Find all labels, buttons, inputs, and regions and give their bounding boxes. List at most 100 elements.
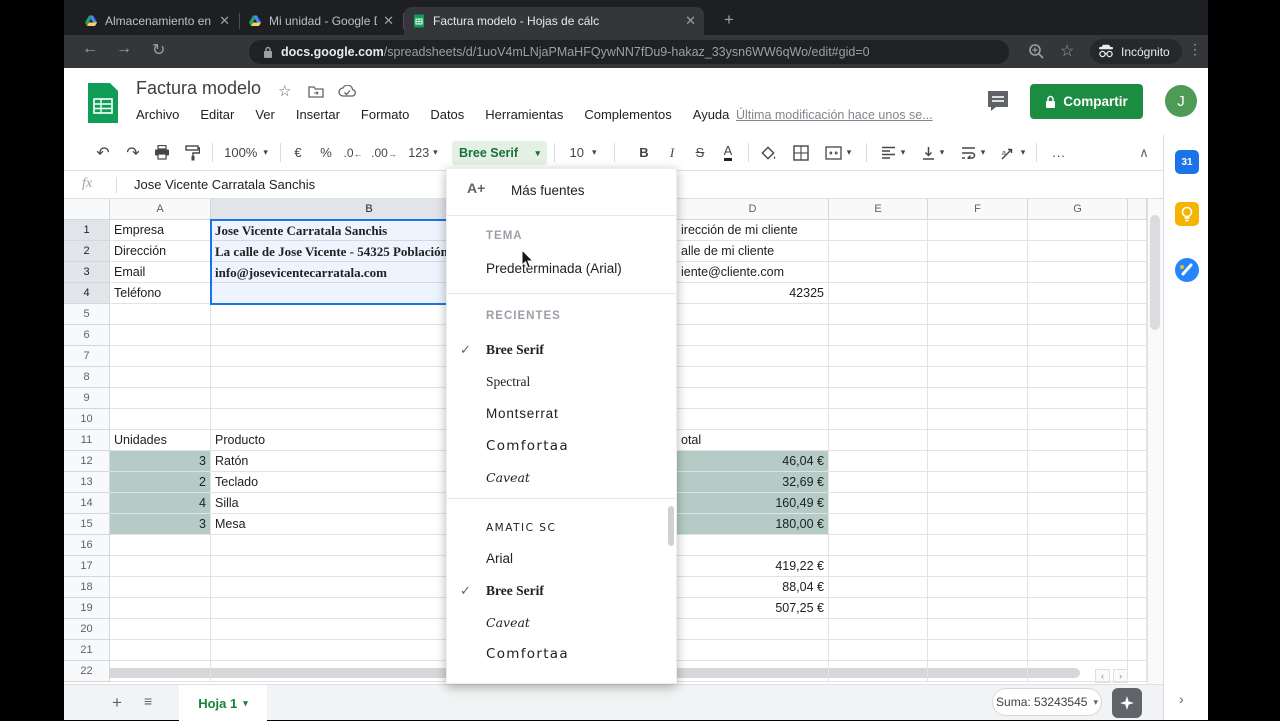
column-header-H[interactable] bbox=[1128, 199, 1147, 220]
cell-E10[interactable] bbox=[829, 409, 928, 430]
font-menu-item-bree-serif[interactable]: Bree Serif bbox=[447, 575, 676, 607]
cell-D6[interactable] bbox=[677, 325, 829, 346]
decrease-decimals-icon[interactable]: .0← bbox=[340, 135, 366, 170]
cell-F13[interactable] bbox=[928, 472, 1028, 493]
zoom-select[interactable]: 100% ▾ bbox=[220, 135, 272, 170]
menu-herramientas[interactable]: Herramientas bbox=[485, 107, 563, 122]
last-modified-link[interactable]: Última modificación hace unos se... bbox=[736, 108, 933, 122]
cell-H13[interactable] bbox=[1128, 472, 1147, 493]
row-header-13[interactable]: 13 bbox=[64, 472, 110, 493]
vertical-align-icon[interactable]: ▾ bbox=[914, 135, 952, 170]
cell-H3[interactable] bbox=[1128, 262, 1147, 283]
document-title[interactable]: Factura modelo bbox=[136, 78, 261, 99]
cell-G21[interactable] bbox=[1028, 640, 1128, 661]
cell-H8[interactable] bbox=[1128, 367, 1147, 388]
row-header-18[interactable]: 18 bbox=[64, 577, 110, 598]
side-panel-collapse-icon[interactable]: › bbox=[1179, 691, 1184, 707]
cell-F5[interactable] bbox=[928, 304, 1028, 325]
column-header-A[interactable]: A bbox=[110, 199, 211, 220]
cell-G7[interactable] bbox=[1028, 346, 1128, 367]
cell-D21[interactable] bbox=[677, 640, 829, 661]
cell-F17[interactable] bbox=[928, 556, 1028, 577]
cell-E11[interactable] bbox=[829, 430, 928, 451]
cell-E2[interactable] bbox=[829, 241, 928, 262]
cell-H19[interactable] bbox=[1128, 598, 1147, 619]
cell-F16[interactable] bbox=[928, 535, 1028, 556]
cell-A6[interactable] bbox=[110, 325, 211, 346]
row-header-7[interactable]: 7 bbox=[64, 346, 110, 367]
cell-H17[interactable] bbox=[1128, 556, 1147, 577]
cell-H1[interactable] bbox=[1128, 220, 1147, 241]
cell-G4[interactable] bbox=[1028, 283, 1128, 304]
cell-H9[interactable] bbox=[1128, 388, 1147, 409]
menu-editar[interactable]: Editar bbox=[200, 107, 234, 122]
row-header-20[interactable]: 20 bbox=[64, 619, 110, 640]
text-rotation-icon[interactable]: a ▾ bbox=[994, 135, 1032, 170]
column-header-D[interactable]: D bbox=[677, 199, 829, 220]
explore-button[interactable] bbox=[1112, 688, 1142, 718]
cell-E21[interactable] bbox=[829, 640, 928, 661]
fill-color-icon[interactable] bbox=[756, 135, 782, 170]
cell-F3[interactable] bbox=[928, 262, 1028, 283]
cell-H4[interactable] bbox=[1128, 283, 1147, 304]
more-toolbar-icon[interactable]: ... bbox=[1044, 135, 1074, 170]
cell-G22[interactable] bbox=[1028, 661, 1128, 682]
cell-G14[interactable] bbox=[1028, 493, 1128, 514]
cell-F10[interactable] bbox=[928, 409, 1028, 430]
cell-F2[interactable] bbox=[928, 241, 1028, 262]
cell-H10[interactable] bbox=[1128, 409, 1147, 430]
more-fonts-item[interactable]: Más fuentes bbox=[447, 173, 676, 209]
keep-icon[interactable] bbox=[1175, 202, 1199, 226]
cell-E15[interactable] bbox=[829, 514, 928, 535]
cell-G11[interactable] bbox=[1028, 430, 1128, 451]
row-header-12[interactable]: 12 bbox=[64, 451, 110, 472]
cell-F11[interactable] bbox=[928, 430, 1028, 451]
tab-close-icon[interactable]: ✕ bbox=[219, 13, 230, 29]
font-menu-item-arial[interactable]: Arial bbox=[447, 543, 676, 575]
cell-G6[interactable] bbox=[1028, 325, 1128, 346]
borders-icon[interactable] bbox=[788, 135, 814, 170]
cell-G17[interactable] bbox=[1028, 556, 1128, 577]
cell-H14[interactable] bbox=[1128, 493, 1147, 514]
cell-F22[interactable] bbox=[928, 661, 1028, 682]
row-header-1[interactable]: 1 bbox=[64, 220, 110, 241]
horizontal-align-icon[interactable]: ▾ bbox=[874, 135, 912, 170]
font-size-select[interactable]: 10 ▾ bbox=[560, 135, 606, 170]
cell-A17[interactable] bbox=[110, 556, 211, 577]
bold-icon[interactable]: B bbox=[632, 135, 656, 170]
tab-close-icon[interactable]: ✕ bbox=[685, 13, 696, 29]
row-header-19[interactable]: 19 bbox=[64, 598, 110, 619]
cell-E17[interactable] bbox=[829, 556, 928, 577]
cell-E6[interactable] bbox=[829, 325, 928, 346]
cell-F9[interactable] bbox=[928, 388, 1028, 409]
undo-icon[interactable]: ↶ bbox=[92, 135, 114, 170]
font-menu-item-amatic-sc[interactable]: Amatic SC bbox=[447, 512, 676, 544]
font-menu-item-caveat[interactable]: Caveat bbox=[447, 607, 676, 639]
strikethrough-icon[interactable]: S bbox=[688, 135, 712, 170]
bookmark-star-icon[interactable]: ☆ bbox=[1060, 41, 1074, 61]
cell-H16[interactable] bbox=[1128, 535, 1147, 556]
add-sheet-icon[interactable]: + bbox=[112, 693, 122, 713]
cell-G20[interactable] bbox=[1028, 619, 1128, 640]
row-header-3[interactable]: 3 bbox=[64, 262, 110, 283]
cell-E22[interactable] bbox=[829, 661, 928, 682]
row-header-15[interactable]: 15 bbox=[64, 514, 110, 535]
cell-F19[interactable] bbox=[928, 598, 1028, 619]
cell-G9[interactable] bbox=[1028, 388, 1128, 409]
cell-G13[interactable] bbox=[1028, 472, 1128, 493]
row-header-6[interactable]: 6 bbox=[64, 325, 110, 346]
menu-ver[interactable]: Ver bbox=[255, 107, 275, 122]
browser-menu-icon[interactable]: ⋮ bbox=[1188, 41, 1202, 58]
cell-A9[interactable] bbox=[110, 388, 211, 409]
star-document-icon[interactable]: ☆ bbox=[278, 82, 291, 100]
cell-F6[interactable] bbox=[928, 325, 1028, 346]
cell-A10[interactable] bbox=[110, 409, 211, 430]
cell-G10[interactable] bbox=[1028, 409, 1128, 430]
row-header-22[interactable]: 22 bbox=[64, 661, 110, 682]
redo-icon[interactable]: ↷ bbox=[122, 135, 144, 170]
row-header-5[interactable]: 5 bbox=[64, 304, 110, 325]
font-menu-item-spectral[interactable]: Spectral bbox=[447, 366, 676, 398]
cell-F14[interactable] bbox=[928, 493, 1028, 514]
cell-F15[interactable] bbox=[928, 514, 1028, 535]
format-percent-icon[interactable]: % bbox=[314, 135, 338, 170]
